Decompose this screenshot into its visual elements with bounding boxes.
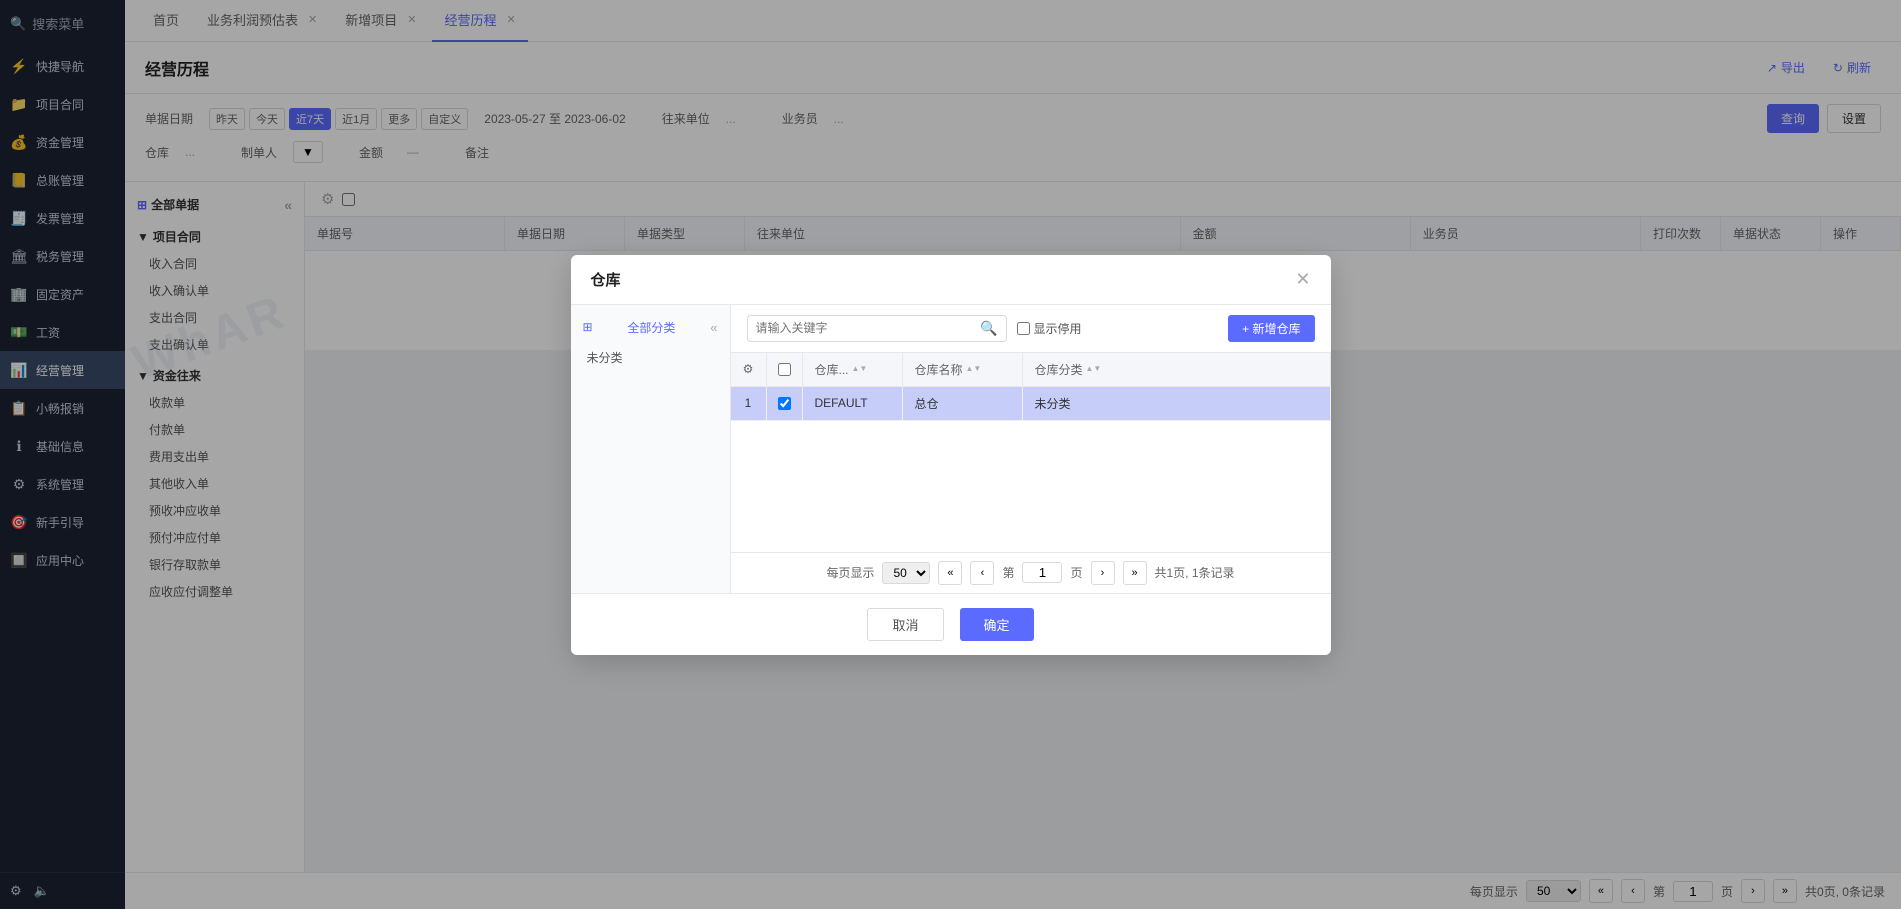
dialog-table: ⚙ 仓库... ▲▼ 仓库名称 ▲▼ (731, 353, 1331, 552)
dth-gear: ⚙ (731, 353, 767, 386)
dialog-title: 仓库 (591, 269, 621, 290)
dialog-per-page-select[interactable]: 50 (882, 562, 930, 584)
dialog-body: ⊞ 全部分类 « 未分类 🔍 显示停用 (571, 305, 1331, 593)
warehouse-search-input[interactable] (756, 321, 975, 335)
per-page-label: 每页显示 (826, 564, 874, 581)
dialog-prev-page[interactable]: ‹ (970, 561, 994, 585)
dialog-table-body: 1 DEFAULT 总仓 未分类 (731, 387, 1331, 421)
dialog-page-input[interactable] (1022, 562, 1062, 583)
dialog-right-panel: 🔍 显示停用 + 新增仓库 ⚙ (731, 305, 1331, 593)
dialog-page-label: 页 (1070, 564, 1082, 581)
sort-arrows-name: ▲▼ (966, 365, 982, 373)
dialog-next-page[interactable]: › (1091, 561, 1115, 585)
dialog-header: 仓库 ✕ (571, 255, 1331, 305)
search-icon[interactable]: 🔍 (980, 320, 997, 337)
dleft-header[interactable]: ⊞ 全部分类 « (571, 313, 730, 342)
dth-name: 仓库名称 ▲▼ (903, 353, 1023, 386)
confirm-button[interactable]: 确定 (960, 608, 1034, 641)
dialog-close-button[interactable]: ✕ (1295, 269, 1310, 290)
table-row[interactable]: 1 DEFAULT 总仓 未分类 (731, 387, 1331, 421)
dleft-unclassified[interactable]: 未分类 (571, 342, 730, 373)
dtd-code: DEFAULT (803, 387, 903, 420)
all-category-label: 全部分类 (627, 319, 675, 336)
dialog-select-all[interactable] (778, 363, 791, 376)
dialog-last-page[interactable]: » (1123, 561, 1147, 585)
cancel-button[interactable]: 取消 (867, 608, 943, 641)
dialog-page-prefix: 第 (1002, 564, 1014, 581)
sort-arrows-code: ▲▼ (852, 365, 868, 373)
search-input-wrap: 🔍 (747, 315, 1007, 342)
dth-code: 仓库... ▲▼ (803, 353, 903, 386)
dtd-category: 未分类 (1023, 387, 1331, 420)
dialog-toolbar: 🔍 显示停用 + 新增仓库 (731, 305, 1331, 353)
show-disabled-checkbox[interactable] (1017, 322, 1030, 335)
dialog-overlay: 仓库 ✕ ⊞ 全部分类 « 未分类 🔍 (0, 0, 1901, 909)
add-warehouse-button[interactable]: + 新增仓库 (1228, 315, 1314, 342)
dialog-total-label: 共1页, 1条记录 (1155, 564, 1235, 581)
collapse-left-icon[interactable]: « (710, 320, 717, 335)
dtd-gear: 1 (731, 387, 767, 420)
dtd-check (767, 387, 803, 420)
show-disabled-label[interactable]: 显示停用 (1017, 320, 1082, 337)
dialog-left-panel: ⊞ 全部分类 « 未分类 (571, 305, 731, 593)
show-disabled-text: 显示停用 (1034, 320, 1082, 337)
gear-icon[interactable]: ⚙ (743, 362, 754, 376)
dialog-first-page[interactable]: « (938, 561, 962, 585)
dialog-table-header: ⚙ 仓库... ▲▼ 仓库名称 ▲▼ (731, 353, 1331, 387)
grid-icon: ⊞ (583, 320, 593, 334)
dth-check (767, 353, 803, 386)
warehouse-dialog: 仓库 ✕ ⊞ 全部分类 « 未分类 🔍 (571, 255, 1331, 655)
dtd-name: 总仓 (903, 387, 1023, 420)
row-checkbox[interactable] (778, 397, 791, 410)
dialog-footer: 取消 确定 (571, 593, 1331, 655)
sort-arrows-cat: ▲▼ (1086, 365, 1102, 373)
dth-category: 仓库分类 ▲▼ (1023, 353, 1331, 386)
dialog-table-footer: 每页显示 50 « ‹ 第 页 › » 共1页, 1条记录 (731, 552, 1331, 593)
